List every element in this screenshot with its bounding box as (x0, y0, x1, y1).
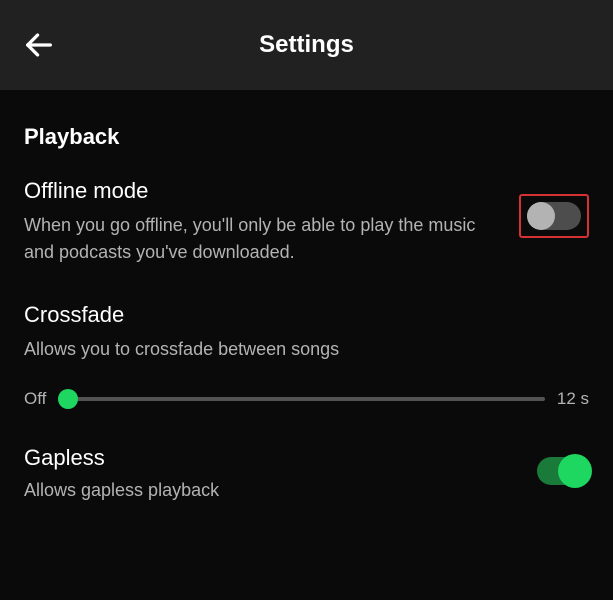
setting-title-gapless: Gapless (24, 445, 517, 471)
setting-title-crossfade: Crossfade (24, 302, 589, 328)
setting-row-offline: Offline mode When you go offline, you'll… (24, 178, 589, 266)
section-heading-playback: Playback (24, 124, 589, 150)
page-title: Settings (259, 31, 354, 59)
setting-desc-crossfade: Allows you to crossfade between songs (24, 336, 589, 363)
header-bar: Settings (0, 0, 613, 90)
back-arrow-icon[interactable] (22, 28, 56, 62)
setting-row-crossfade: Crossfade Allows you to crossfade betwee… (24, 302, 589, 363)
setting-title-offline: Offline mode (24, 178, 499, 204)
gapless-toggle-wrap (537, 457, 589, 485)
toggle-knob-icon (527, 202, 555, 230)
offline-toggle-highlight-box (519, 194, 589, 238)
slider-knob-icon (58, 389, 78, 409)
crossfade-slider-row: Off 12 s (24, 389, 589, 409)
crossfade-slider[interactable] (58, 397, 544, 401)
gapless-toggle[interactable] (537, 457, 589, 485)
slider-max-label: 12 s (557, 389, 589, 409)
setting-row-gapless: Gapless Allows gapless playback (24, 445, 589, 504)
setting-text-gapless: Gapless Allows gapless playback (24, 445, 537, 504)
toggle-knob-icon (558, 454, 592, 488)
setting-desc-gapless: Allows gapless playback (24, 477, 517, 504)
setting-desc-offline: When you go offline, you'll only be able… (24, 212, 499, 266)
offline-mode-toggle[interactable] (527, 202, 581, 230)
content-area: Playback Offline mode When you go offlin… (0, 90, 613, 560)
setting-text-offline: Offline mode When you go offline, you'll… (24, 178, 519, 266)
slider-min-label: Off (24, 389, 46, 409)
